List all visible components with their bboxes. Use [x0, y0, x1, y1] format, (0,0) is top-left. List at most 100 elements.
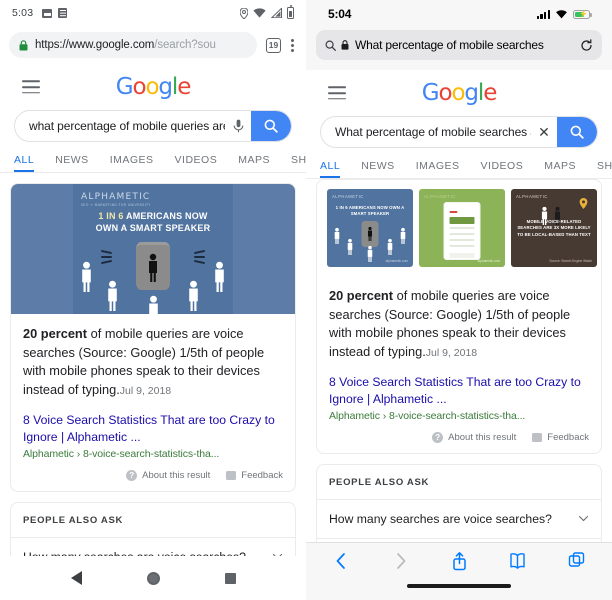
- about-this-result-label: About this result: [448, 431, 517, 443]
- thumbnail-brand: ALPHAMETIC: [332, 194, 364, 199]
- url-bar[interactable]: https://www.google.com/search?sou: [9, 32, 257, 58]
- tab-maps[interactable]: MAPS: [544, 160, 576, 178]
- battery-icon: [287, 5, 294, 19]
- featured-snippet-card-ios: ALPHAMETIC 1 IN 6 AMERICANS NOW OWN A SM…: [316, 179, 602, 454]
- wifi-icon: [556, 10, 567, 19]
- safari-url-bar[interactable]: What percentage of mobile searches: [316, 30, 602, 60]
- feedback-button[interactable]: Feedback: [532, 432, 589, 443]
- back-icon[interactable]: [332, 551, 351, 571]
- snippet-date: Jul 9, 2018: [119, 385, 172, 398]
- lock-icon: [341, 40, 349, 50]
- tabs-icon[interactable]: [567, 551, 586, 571]
- search-input[interactable]: What percentage of mobile searches are v: [321, 125, 531, 139]
- tab-maps[interactable]: MAPS: [238, 154, 270, 172]
- search-bar[interactable]: What percentage of mobile searches are v…: [320, 116, 598, 148]
- tab-all[interactable]: ALL: [320, 160, 341, 178]
- about-this-result-label: About this result: [142, 469, 211, 481]
- paa-question-row[interactable]: How many searches are voice searches?: [317, 500, 601, 539]
- signal-icon: [271, 8, 282, 18]
- people-also-ask-header: PEOPLE ALSO ASK: [11, 503, 295, 538]
- tab-all[interactable]: ALL: [14, 154, 35, 172]
- ios-safari-panel: 5:04 ⚡ What percentage of mobile searche…: [306, 0, 612, 600]
- safari-url-bar-wrap: What percentage of mobile searches: [306, 28, 612, 68]
- snippet-footer: ? About this result Feedback: [23, 469, 283, 481]
- hamburger-menu-icon[interactable]: [22, 76, 40, 97]
- snippet-result-title[interactable]: 8 Voice Search Statistics That are too C…: [329, 374, 589, 408]
- snippet-bold-lead: 20 percent: [329, 288, 394, 303]
- feedback-button[interactable]: Feedback: [226, 470, 283, 481]
- people-also-ask-header: PEOPLE ALSO ASK: [317, 465, 601, 500]
- android-status-bar: 5:03: [0, 0, 306, 26]
- back-button[interactable]: [70, 571, 82, 585]
- safari-toolbar-row: [306, 543, 612, 579]
- phone-mockup-graphic: [443, 202, 481, 260]
- signal-icon: [536, 9, 550, 19]
- google-top-row: Google: [306, 70, 612, 116]
- search-submit-button[interactable]: [251, 111, 291, 141]
- thumbnail-local-search[interactable]: ALPHAMETIC MOBILE VOICE-RELATED SEARCHES…: [511, 189, 597, 267]
- tab-shopping[interactable]: SHOPP: [597, 160, 612, 178]
- snippet-text: 20 percent of mobile queries are voice s…: [23, 325, 283, 400]
- thumbnail-headline: MOBILE VOICE-RELATED SEARCHES ARE 3X MOR…: [517, 219, 591, 237]
- tab-news[interactable]: NEWS: [361, 160, 395, 178]
- google-logo[interactable]: Google: [422, 81, 498, 105]
- wifi-icon: [253, 8, 266, 18]
- infographic-image[interactable]: ALPHAMETIC SEO + MARKETING FOR UNIVERSIT…: [11, 184, 295, 314]
- ios-browser-chrome: 5:04 ⚡ What percentage of mobile searche…: [306, 0, 612, 70]
- safari-url-text: What percentage of mobile searches: [355, 38, 544, 52]
- ios-status-bar: 5:04 ⚡: [306, 0, 612, 28]
- search-input[interactable]: what percentage of mobile queries are vo: [15, 119, 225, 133]
- mic-icon[interactable]: [225, 119, 251, 133]
- image-icon: [42, 8, 53, 18]
- url-path: /search?sou: [154, 39, 216, 51]
- search-submit-button[interactable]: [557, 117, 597, 147]
- infographic-brand: ALPHAMETIC SEO + MARKETING FOR UNIVERSIT…: [81, 192, 151, 207]
- about-this-result-button[interactable]: ? About this result: [126, 469, 211, 481]
- image-carousel[interactable]: ALPHAMETIC 1 IN 6 AMERICANS NOW OWN A SM…: [317, 180, 601, 276]
- status-system-icons: ⚡: [536, 9, 592, 19]
- person-dark-icon: [149, 253, 157, 282]
- snippet-body: 20 percent of mobile queries are voice s…: [11, 314, 295, 491]
- snippet-result-url: Alphametic › 8-voice-search-statistics-t…: [329, 409, 526, 422]
- android-navigation-bar: [0, 556, 306, 600]
- thumbnail-smart-speaker[interactable]: ALPHAMETIC 1 IN 6 AMERICANS NOW OWN A SM…: [327, 189, 413, 267]
- reload-icon[interactable]: [580, 38, 593, 52]
- smart-speaker-graphic: [361, 221, 379, 247]
- tab-videos[interactable]: VIDEOS: [481, 160, 524, 178]
- share-icon[interactable]: [450, 551, 469, 571]
- tab-switcher-button[interactable]: 19: [266, 37, 281, 53]
- thumbnail-caption: Source: Search Engine Watch: [549, 259, 592, 263]
- tab-images[interactable]: IMAGES: [110, 154, 154, 172]
- chrome-menu-button[interactable]: [291, 37, 295, 54]
- bookmarks-icon[interactable]: [508, 551, 527, 571]
- infographic-headline: 1 IN 6 AMERICANS NOW OWN A SMART SPEAKER: [73, 210, 233, 234]
- clear-search-button[interactable]: ✕: [531, 125, 557, 139]
- feedback-icon: [532, 432, 543, 442]
- dual-phone-screenshot: 5:03 https://www.google.com/search?sou 1…: [0, 0, 612, 600]
- tab-shopping[interactable]: SHOPPIN: [291, 154, 306, 172]
- feedback-icon: [226, 470, 237, 480]
- home-button[interactable]: [146, 571, 160, 585]
- search-bar[interactable]: what percentage of mobile queries are vo: [14, 110, 292, 142]
- infographic-headline-rest: AMERICANS NOW: [123, 211, 208, 221]
- person-icon: [367, 245, 373, 262]
- tab-news[interactable]: NEWS: [55, 154, 89, 172]
- recents-button[interactable]: [224, 572, 236, 584]
- location-icon: [240, 7, 248, 19]
- snippet-footer: ? About this result Feedback: [329, 431, 589, 443]
- tab-videos[interactable]: VIDEOS: [175, 154, 218, 172]
- google-logo[interactable]: Google: [116, 75, 192, 99]
- forward-icon: [396, 553, 406, 569]
- about-this-result-button[interactable]: ? About this result: [432, 431, 517, 443]
- tab-images[interactable]: IMAGES: [416, 160, 460, 178]
- snippet-result-title[interactable]: 8 Voice Search Statistics That are too C…: [23, 412, 283, 446]
- hamburger-menu-icon[interactable]: [328, 82, 346, 103]
- status-system-icons: [240, 5, 294, 19]
- sound-waves-right-icon: [193, 248, 206, 266]
- paa-question-label: How many searches are voice searches?: [329, 511, 552, 526]
- search-results-android: ALPHAMETIC SEO + MARKETING FOR UNIVERSIT…: [0, 183, 306, 577]
- android-chrome-panel: 5:03 https://www.google.com/search?sou 1…: [0, 0, 306, 600]
- google-result-tabs-ios: ALL NEWS IMAGES VIDEOS MAPS SHOPP: [306, 148, 612, 179]
- thumbnail-phone-mockup[interactable]: ALPHAMETIC alphametic.com: [419, 189, 505, 267]
- person-icon: [347, 238, 353, 255]
